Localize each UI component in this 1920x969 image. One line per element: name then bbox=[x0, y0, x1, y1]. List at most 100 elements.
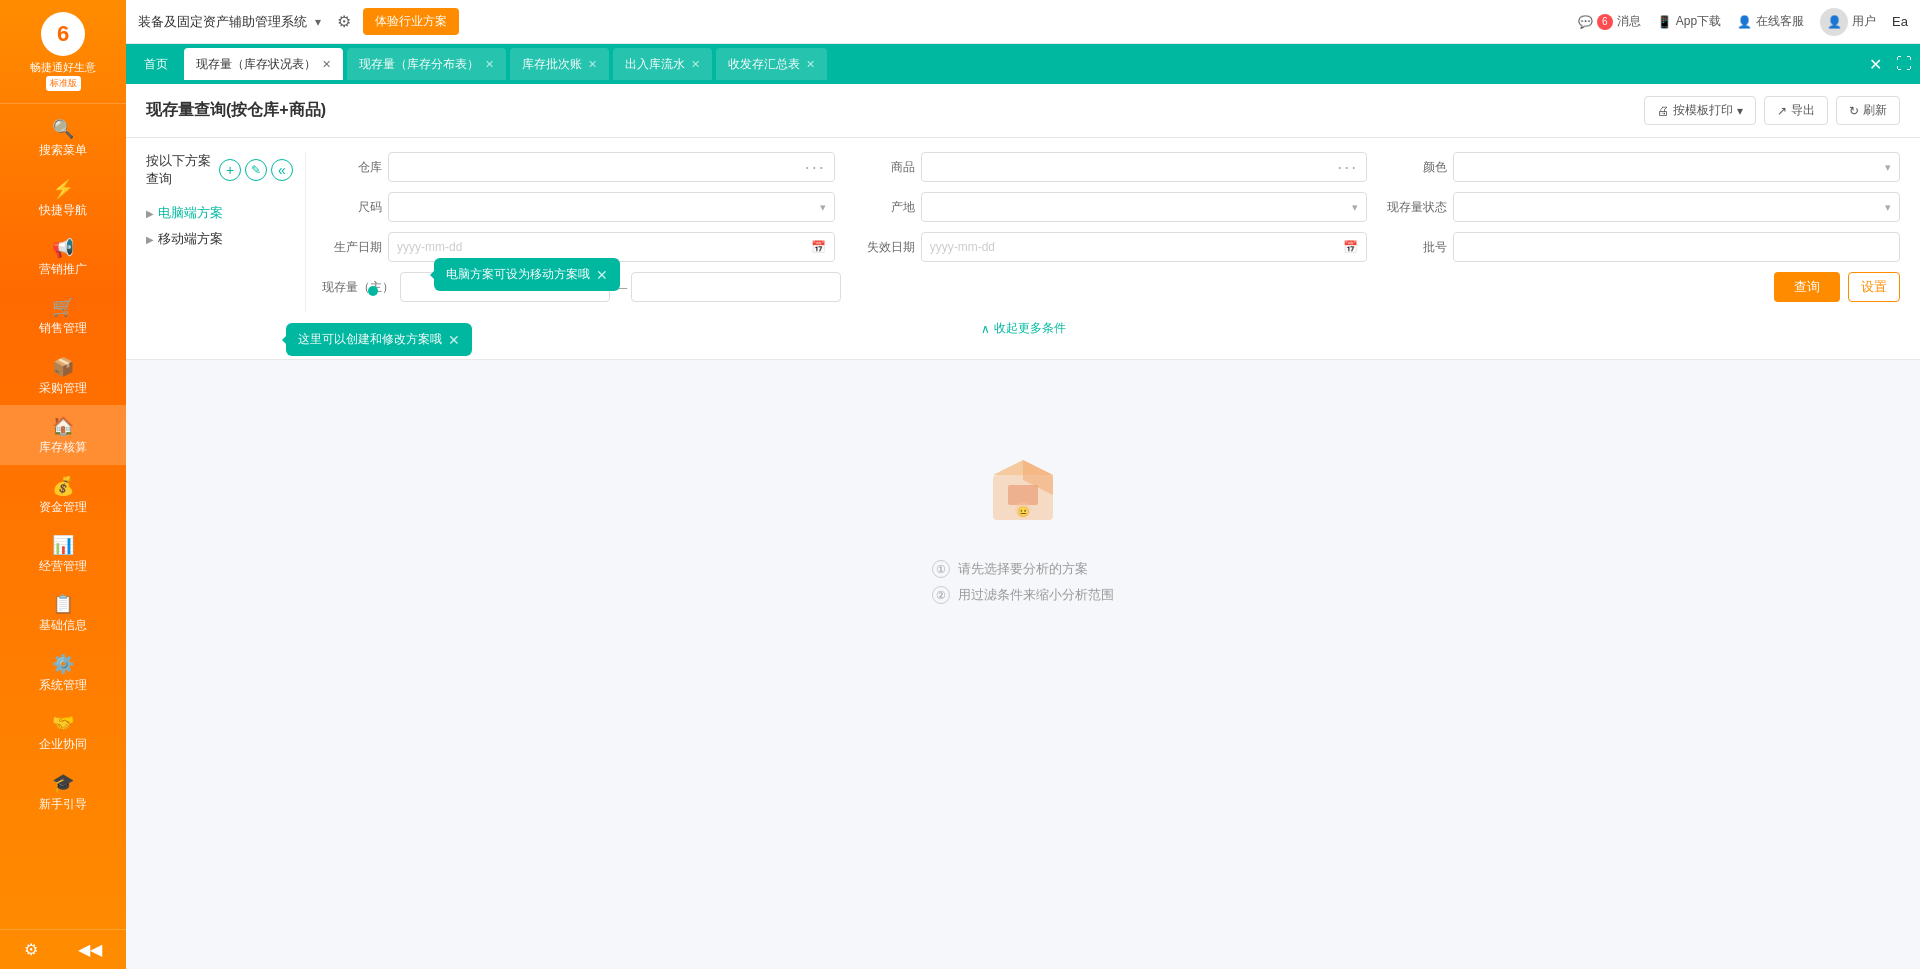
notification-btn[interactable]: 💬 6 消息 bbox=[1578, 13, 1641, 30]
sidebar-item-search[interactable]: 🔍 搜索菜单 bbox=[0, 108, 126, 167]
tooltip-scheme-text: 电脑方案可设为移动方案哦 bbox=[446, 266, 590, 283]
tab-batch-account[interactable]: 库存批次账 ✕ bbox=[510, 48, 609, 80]
sidebar-item-purchase-label: 采购管理 bbox=[39, 381, 87, 395]
sidebar-item-marketing-label: 营销推广 bbox=[39, 262, 87, 276]
sidebar-item-finance[interactable]: 💰 资金管理 bbox=[0, 465, 126, 524]
system-dropdown[interactable]: ▾ bbox=[315, 15, 321, 29]
dot-indicator bbox=[368, 286, 378, 296]
tip-text-2: 用过滤条件来缩小分析范围 bbox=[958, 586, 1114, 604]
filter-row-color: 颜色 ▾ bbox=[1387, 152, 1900, 182]
goods-select[interactable]: ··· bbox=[921, 152, 1368, 182]
tab-inventory-status-close[interactable]: ✕ bbox=[322, 58, 331, 71]
sidebar-item-enterprise[interactable]: 🤝 企业协同 bbox=[0, 702, 126, 761]
sidebar-item-finance-label: 资金管理 bbox=[39, 500, 87, 514]
empty-icon: 😐 bbox=[973, 440, 1073, 540]
export-btn[interactable]: ↗ 导出 bbox=[1764, 96, 1828, 125]
quicknav-icon: ⚡ bbox=[52, 178, 74, 200]
filter-row-batch: 批号 bbox=[1387, 232, 1900, 262]
logo-icon: 6 bbox=[41, 12, 85, 56]
expire-date-input[interactable]: yyyy-mm-dd 📅 bbox=[921, 232, 1368, 262]
tab-inventory-dist[interactable]: 现存量（库存分布表） ✕ bbox=[347, 48, 506, 80]
inventory-icon: 🏠 bbox=[52, 415, 74, 437]
back-icon: « bbox=[278, 162, 286, 178]
batch-input[interactable] bbox=[1453, 232, 1900, 262]
scheme-list: ▶ 电脑端方案 ▶ 移动端方案 bbox=[146, 200, 293, 252]
sidebar-item-sales[interactable]: 🛒 销售管理 bbox=[0, 286, 126, 345]
filter-row-warehouse: 仓库 ··· bbox=[322, 152, 835, 182]
close-all-tabs-icon[interactable]: ✕ bbox=[1865, 51, 1886, 78]
svg-text:😐: 😐 bbox=[1017, 505, 1030, 518]
refresh-icon: ↻ bbox=[1849, 104, 1859, 118]
scheme-item-pc[interactable]: ▶ 电脑端方案 bbox=[146, 200, 293, 226]
template-print-btn[interactable]: 🖨 按模板打印 ▾ bbox=[1644, 96, 1756, 125]
tab-inout-flow-label: 出入库流水 bbox=[625, 56, 685, 73]
logo-text: 畅捷通好生意 bbox=[30, 60, 96, 74]
collapse-btn[interactable]: ∧ 收起更多条件 bbox=[981, 320, 1066, 337]
tip-num-1: ① bbox=[932, 560, 950, 578]
refresh-btn[interactable]: ↻ 刷新 bbox=[1836, 96, 1900, 125]
setting-btn[interactable]: 设置 bbox=[1848, 272, 1900, 302]
tab-inventory-status-label: 现存量（库存状况表） bbox=[196, 56, 316, 73]
origin-select[interactable]: ▾ bbox=[921, 192, 1368, 222]
empty-tips: ① 请先选择要分析的方案 ② 用过滤条件来缩小分析范围 bbox=[932, 560, 1114, 604]
tab-collect-summary-close[interactable]: ✕ bbox=[806, 58, 815, 71]
tab-inout-flow-close[interactable]: ✕ bbox=[691, 58, 700, 71]
tab-batch-account-close[interactable]: ✕ bbox=[588, 58, 597, 71]
industry-btn[interactable]: 体验行业方案 bbox=[363, 8, 459, 35]
filter-body: 按以下方案查询 + ✎ « ▶ bbox=[146, 152, 1900, 312]
page-actions: 🖨 按模板打印 ▾ ↗ 导出 ↻ 刷新 bbox=[1644, 96, 1900, 125]
search-btn[interactable]: 查询 bbox=[1774, 272, 1840, 302]
sidebar-item-marketing[interactable]: 📢 营销推广 bbox=[0, 227, 126, 286]
warehouse-label: 仓库 bbox=[322, 159, 382, 176]
tabbar-right: ✕ ⛶ bbox=[1865, 51, 1916, 78]
sidebar-item-system[interactable]: ⚙️ 系统管理 bbox=[0, 643, 126, 702]
tab-home[interactable]: 首页 bbox=[132, 48, 180, 80]
tooltip-scheme-close[interactable]: ✕ bbox=[596, 267, 608, 283]
sidebar-item-operation[interactable]: 📊 经营管理 bbox=[0, 524, 126, 583]
filter-panel: 按以下方案查询 + ✎ « ▶ bbox=[146, 152, 306, 312]
finance-icon: 💰 bbox=[52, 475, 74, 497]
user-label: 用户 bbox=[1852, 13, 1876, 30]
warehouse-select[interactable]: ··· bbox=[388, 152, 835, 182]
color-select[interactable]: ▾ bbox=[1453, 152, 1900, 182]
expire-date-label: 失效日期 bbox=[855, 239, 915, 256]
stock-main-to[interactable] bbox=[631, 272, 841, 302]
stock-status-select[interactable]: ▾ bbox=[1453, 192, 1900, 222]
operation-icon: 📊 bbox=[52, 534, 74, 556]
filter-edit-btn[interactable]: ✎ bbox=[245, 159, 267, 181]
user-btn[interactable]: 👤 用户 bbox=[1820, 8, 1876, 36]
basicinfo-icon: 📋 bbox=[52, 593, 74, 615]
tooltip-edit-close[interactable]: ✕ bbox=[448, 332, 460, 348]
tab-collect-summary[interactable]: 收发存汇总表 ✕ bbox=[716, 48, 827, 80]
tab-inventory-status[interactable]: 现存量（库存状况表） ✕ bbox=[184, 48, 343, 80]
sidebar-collapse-btn[interactable]: ◀◀ bbox=[78, 940, 102, 959]
sidebar-item-purchase[interactable]: 📦 采购管理 bbox=[0, 346, 126, 405]
empty-state: 😐 ① 请先选择要分析的方案 ② 用过滤条件来缩小分析范围 bbox=[126, 360, 1920, 684]
scheme-arrow-pc: ▶ bbox=[146, 208, 154, 219]
goods-dots: ··· bbox=[1337, 157, 1358, 178]
sidebar-item-newbie[interactable]: 🎓 新手引导 bbox=[0, 762, 126, 821]
marketing-icon: 📢 bbox=[52, 237, 74, 259]
gear-icon[interactable]: ⚙ bbox=[337, 12, 351, 31]
prod-date-label: 生产日期 bbox=[322, 239, 382, 256]
filter-add-btn[interactable]: + bbox=[219, 159, 241, 181]
size-select[interactable]: ▾ bbox=[388, 192, 835, 222]
app-download-btn[interactable]: 📱 App下载 bbox=[1657, 13, 1721, 30]
filter-btns: + ✎ « bbox=[219, 159, 293, 181]
sidebar-settings-btn[interactable]: ⚙ bbox=[24, 940, 38, 959]
edit-icon: ✎ bbox=[251, 163, 261, 177]
filter-back-btn[interactable]: « bbox=[271, 159, 293, 181]
scheme-item-mobile[interactable]: ▶ 移动端方案 bbox=[146, 226, 293, 252]
fullscreen-icon[interactable]: ⛶ bbox=[1892, 51, 1916, 78]
online-service-label: 在线客服 bbox=[1756, 13, 1804, 30]
tab-inventory-dist-close[interactable]: ✕ bbox=[485, 58, 494, 71]
notif-label: 消息 bbox=[1617, 13, 1641, 30]
sidebar-item-quicknav[interactable]: ⚡ 快捷导航 bbox=[0, 168, 126, 227]
sidebar-item-basicinfo[interactable]: 📋 基础信息 bbox=[0, 583, 126, 642]
tab-inout-flow[interactable]: 出入库流水 ✕ bbox=[613, 48, 712, 80]
sidebar-item-inventory[interactable]: 🏠 库存核算 bbox=[0, 405, 126, 464]
tooltip-scheme: 电脑方案可设为移动方案哦 ✕ bbox=[434, 258, 620, 291]
online-service-btn[interactable]: 👤 在线客服 bbox=[1737, 13, 1804, 30]
print-icon: 🖨 bbox=[1657, 104, 1669, 118]
filter-row-2: 尺码 ▾ 产地 ▾ bbox=[322, 192, 1900, 222]
